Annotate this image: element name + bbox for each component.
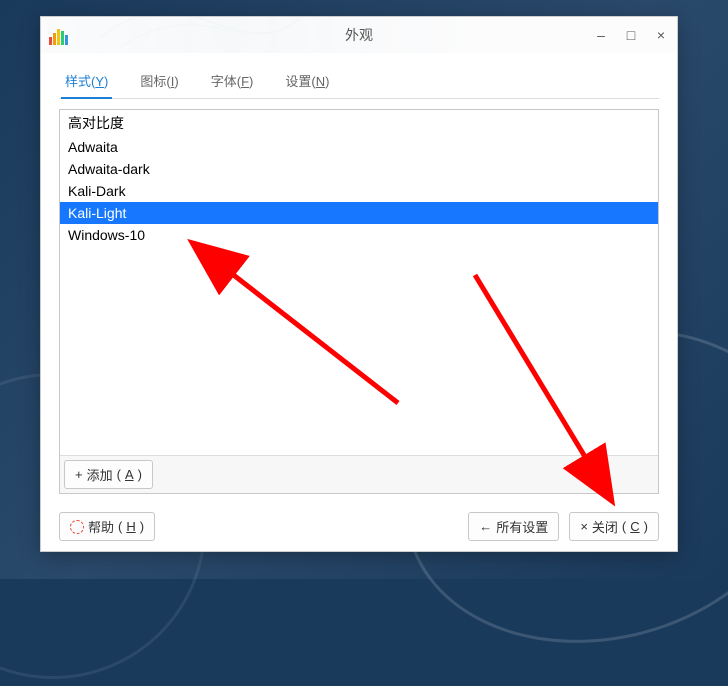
- maximize-icon[interactable]: □: [623, 27, 639, 43]
- window-controls: – □ ×: [593, 27, 669, 43]
- list-item[interactable]: 高对比度: [60, 110, 658, 136]
- tab-fonts[interactable]: 字体(F): [207, 65, 258, 98]
- arrow-left-icon: ←: [479, 519, 492, 534]
- button-bar: 帮助(H) ← 所有设置 × 关闭(C): [41, 504, 677, 551]
- add-button[interactable]: + 添加(A): [64, 460, 153, 489]
- theme-list[interactable]: 高对比度 Adwaita Adwaita-dark Kali-Dark Kali…: [60, 110, 658, 455]
- minimize-icon[interactable]: –: [593, 27, 609, 43]
- list-item[interactable]: Adwaita-dark: [60, 158, 658, 180]
- x-icon: ×: [580, 519, 588, 534]
- window-title: 外观: [345, 25, 373, 45]
- appearance-settings-window: 外观 – □ × 样式(Y) 图标(I) 字体(F) 设置(N) 高对比度: [40, 16, 678, 552]
- tab-bar: 样式(Y) 图标(I) 字体(F) 设置(N): [59, 61, 659, 99]
- help-icon: [70, 520, 84, 534]
- close-button[interactable]: × 关闭(C): [569, 512, 659, 541]
- list-item[interactable]: Kali-Dark: [60, 180, 658, 202]
- theme-list-container: 高对比度 Adwaita Adwaita-dark Kali-Dark Kali…: [59, 109, 659, 494]
- content-area: 样式(Y) 图标(I) 字体(F) 设置(N) 高对比度 Adwaita Adw…: [41, 53, 677, 504]
- app-icon: [49, 25, 69, 45]
- tab-settings[interactable]: 设置(N): [281, 65, 333, 98]
- tab-icons[interactable]: 图标(I): [136, 65, 182, 98]
- close-icon[interactable]: ×: [653, 27, 669, 43]
- list-toolbar: + 添加(A): [60, 455, 658, 493]
- list-item[interactable]: Adwaita: [60, 136, 658, 158]
- tab-style[interactable]: 样式(Y): [61, 65, 112, 98]
- help-button[interactable]: 帮助(H): [59, 512, 155, 541]
- plus-icon: +: [75, 467, 83, 482]
- titlebar[interactable]: 外观 – □ ×: [41, 17, 677, 53]
- list-item[interactable]: Windows-10: [60, 224, 658, 246]
- all-settings-button[interactable]: ← 所有设置: [468, 512, 559, 541]
- list-item[interactable]: Kali-Light: [60, 202, 658, 224]
